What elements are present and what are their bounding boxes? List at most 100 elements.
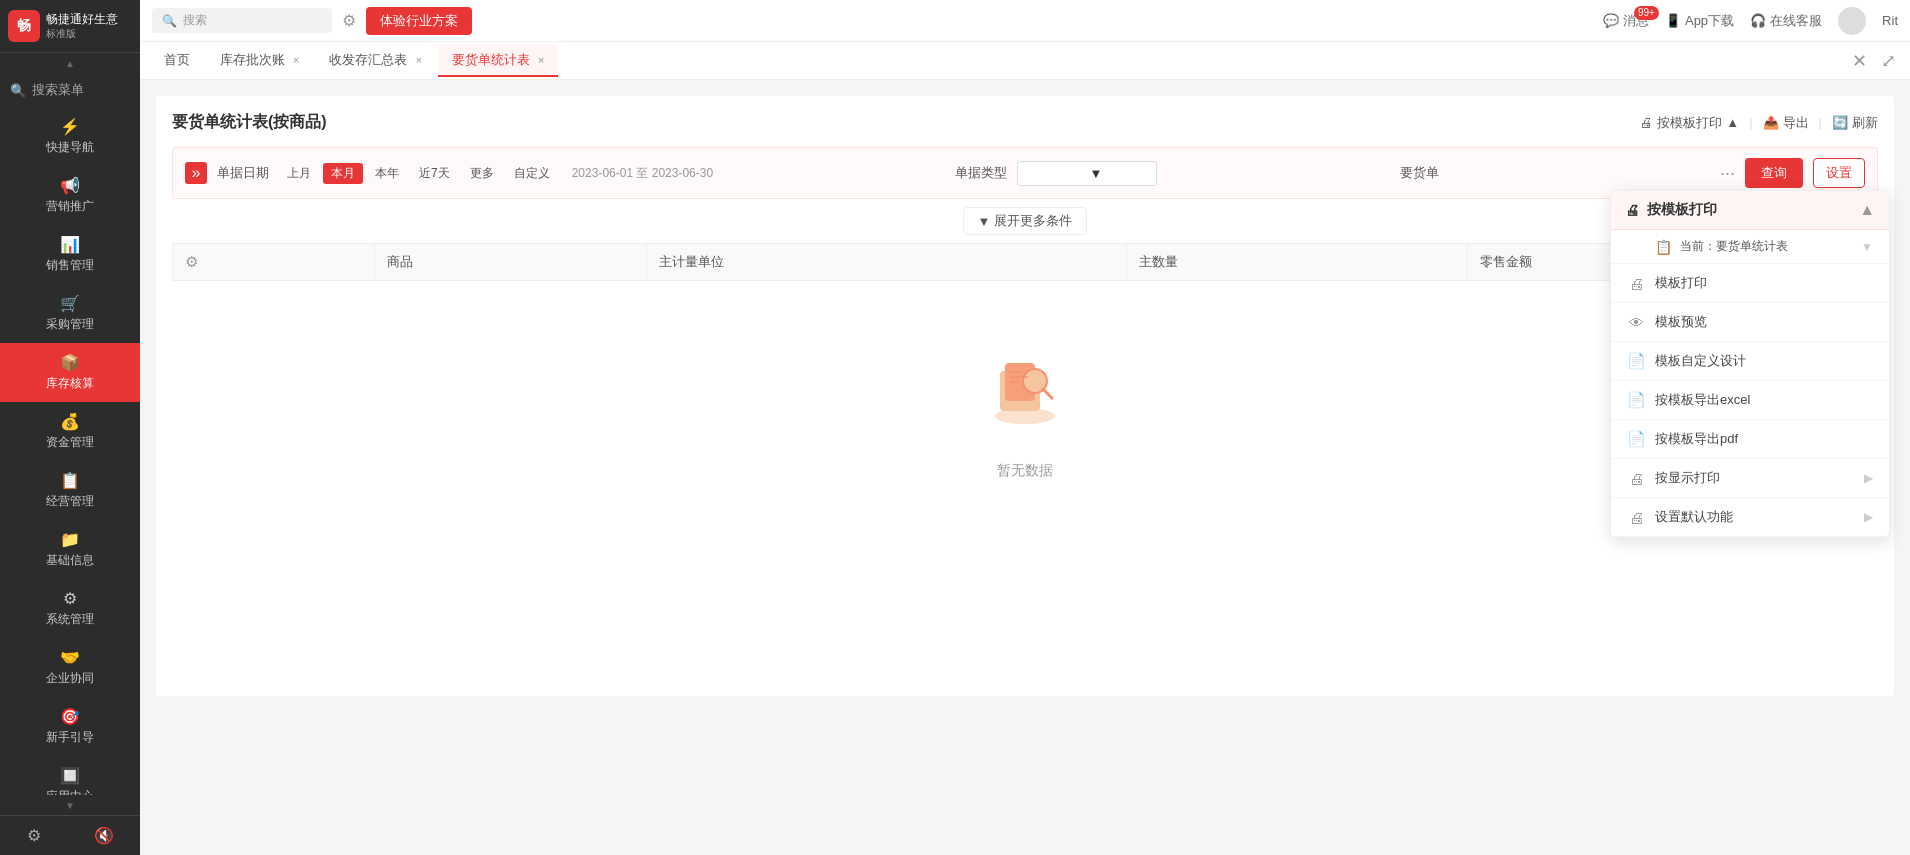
type-label: 单据类型 — [955, 164, 1007, 182]
download-icon: 📱 — [1665, 13, 1681, 28]
sidebar-search[interactable]: 🔍 搜索菜单 — [0, 73, 140, 107]
dropdown-item-template-print[interactable]: 🖨模板打印 — [1611, 264, 1889, 303]
page-title: 要货单统计表(按商品) — [172, 112, 327, 133]
export-label: 导出 — [1783, 114, 1809, 132]
app-download-btn[interactable]: 📱 App下载 — [1665, 12, 1734, 30]
sidebar-item-marketing[interactable]: 📢 营销推广 — [0, 166, 140, 225]
dropdown-item-display-print[interactable]: 🖨按显示打印▶ — [1611, 459, 1889, 498]
dropdown-item-template-export-excel[interactable]: 📄按模板导出excel — [1611, 381, 1889, 420]
tab-home[interactable]: 首页 — [150, 45, 204, 77]
tab-close-receipt-summary[interactable]: × — [415, 54, 421, 66]
settings-btn[interactable]: 设置 — [1813, 158, 1865, 188]
svg-rect-5 — [1010, 371, 1022, 373]
date-tab-近7天[interactable]: 近7天 — [411, 163, 458, 184]
sidebar-item-operation[interactable]: 📋 经营管理 — [0, 461, 140, 520]
type-select[interactable]: ▼ — [1017, 161, 1157, 186]
sidebar-scroll-up[interactable]: ▲ — [0, 53, 140, 73]
trial-button[interactable]: 体验行业方案 — [366, 7, 472, 35]
message-btn[interactable]: 💬 消息 99+ — [1603, 12, 1649, 30]
purchase-icon: 🛒 — [60, 294, 80, 313]
user-avatar[interactable] — [1838, 7, 1866, 35]
main-area: 🔍 搜索 ⚙ 体验行业方案 💬 消息 99+ 📱 App下载 🎧 在线客服 Ri… — [140, 0, 1910, 855]
template-design-label: 模板自定义设计 — [1655, 352, 1746, 370]
default-settings-label: 设置默认功能 — [1655, 508, 1733, 526]
sidebar-item-enterprise[interactable]: 🤝 企业协同 — [0, 638, 140, 697]
content-area: 要货单统计表(按商品) 🖨 按模板打印 ▲ | 📤 导出 | 🔄 — [140, 80, 1910, 855]
filter-expand-btn[interactable]: » — [185, 162, 207, 184]
col-header-settings: ⚙ — [173, 244, 375, 281]
sales-icon: 📊 — [60, 235, 80, 254]
operation-label: 经营管理 — [46, 493, 94, 510]
date-tab-自定义[interactable]: 自定义 — [506, 163, 558, 184]
sidebar-item-guide[interactable]: 🎯新手引导 — [0, 697, 140, 756]
date-tab-更多[interactable]: 更多 — [462, 163, 502, 184]
date-tab-本年[interactable]: 本年 — [367, 163, 407, 184]
tab-receipt-summary[interactable]: 收发存汇总表× — [315, 45, 435, 77]
marketing-label: 营销推广 — [46, 198, 94, 215]
tab-close-inventory-batch[interactable]: × — [293, 54, 299, 66]
dropdown-item-template-preview[interactable]: 👁 模板预览 — [1611, 303, 1889, 342]
col-header-product: 商品 — [375, 244, 647, 281]
username-label: Rit — [1882, 13, 1898, 28]
export-btn[interactable]: 📤 导出 — [1763, 114, 1809, 132]
refresh-btn[interactable]: 🔄 刷新 — [1832, 114, 1878, 132]
close-tab-icon[interactable]: ✕ — [1848, 50, 1871, 72]
dropdown-close-btn[interactable]: ▲ — [1859, 201, 1875, 219]
expand-tab-icon[interactable]: ⤢ — [1877, 50, 1900, 72]
expand-arrow: ▶ — [1864, 471, 1873, 485]
settings-icon[interactable]: ⚙ — [27, 826, 41, 845]
print-template-btn[interactable]: 🖨 按模板打印 ▲ — [1640, 114, 1739, 132]
table-settings-icon[interactable]: ⚙ — [185, 253, 198, 270]
order-type-label: 要货单 — [1400, 164, 1439, 182]
col-header-quantity: 主数量 — [1126, 244, 1467, 281]
sidebar-scroll-down[interactable]: ▼ — [0, 795, 140, 815]
enterprise-label: 企业协同 — [46, 670, 94, 687]
template-design-icon: 📄 — [1627, 352, 1645, 370]
operation-icon: 📋 — [60, 471, 80, 490]
dropdown-item-template-export-pdf[interactable]: 📄按模板导出pdf — [1611, 420, 1889, 459]
more-options-icon[interactable]: ··· — [1720, 163, 1735, 184]
sidebar-item-inventory[interactable]: 📦库存核算 — [0, 343, 140, 402]
chevron-down-icon: ▼ — [1089, 166, 1146, 181]
guide-label: 新手引导 — [46, 729, 94, 746]
app-download-label: App下载 — [1685, 12, 1734, 30]
sidebar-item-quick-nav[interactable]: ⚡快捷导航 — [0, 107, 140, 166]
sidebar-item-system[interactable]: ⚙系统管理 — [0, 579, 140, 638]
template-export-excel-icon: 📄 — [1627, 391, 1645, 409]
refresh-icon: 🔄 — [1832, 115, 1848, 130]
expand-more-btn[interactable]: ▼ 展开更多条件 — [963, 207, 1088, 235]
query-btn[interactable]: 查询 — [1745, 158, 1803, 188]
template-preview-label: 模板预览 — [1655, 313, 1707, 331]
default-settings-icon: 🖨 — [1627, 509, 1645, 526]
tab-order-stats[interactable]: 要货单统计表× — [438, 45, 558, 77]
tab-close-order-stats[interactable]: × — [538, 54, 544, 66]
dropdown-item-template-design[interactable]: 📄 模板自定义设计 — [1611, 342, 1889, 381]
dropdown-current-item[interactable]: 📋 当前：要货单统计表 ▼ — [1611, 230, 1889, 264]
app-logo-icon: 畅 — [8, 10, 40, 42]
search-icon: 🔍 — [10, 83, 26, 98]
marketing-icon: 📢 — [60, 176, 80, 195]
sidebar-item-basic[interactable]: 📁基础信息 — [0, 520, 140, 579]
sidebar: 畅 畅捷通好生意 标准版 ▲ 🔍 搜索菜单 ⚡快捷导航 📢 营销推广 📊销售管理🛒采购… — [0, 0, 140, 855]
dropdown-item-default-settings[interactable]: 🖨设置默认功能▶ — [1611, 498, 1889, 537]
display-print-icon: 🖨 — [1627, 470, 1645, 487]
app-name-block: 畅捷通好生意 标准版 — [46, 11, 118, 42]
tab-inventory-batch[interactable]: 库存批次账× — [206, 45, 313, 77]
refresh-label: 刷新 — [1852, 114, 1878, 132]
sidebar-item-appstore[interactable]: 🔲应用中心 — [0, 756, 140, 795]
topbar-search[interactable]: 🔍 搜索 — [152, 8, 332, 33]
sound-icon[interactable]: 🔇 — [94, 826, 114, 845]
empty-text: 暂无数据 — [997, 462, 1053, 480]
date-tab-本月[interactable]: 本月 — [323, 163, 363, 184]
print-icon: 🖨 — [1640, 115, 1653, 130]
template-preview-icon: 👁 — [1627, 314, 1645, 331]
sidebar-item-sales[interactable]: 📊销售管理 — [0, 225, 140, 284]
sidebar-item-finance[interactable]: 💰资金管理 — [0, 402, 140, 461]
date-tab-上月[interactable]: 上月 — [279, 163, 319, 184]
online-service-btn[interactable]: 🎧 在线客服 — [1750, 12, 1822, 30]
enterprise-icon: 🤝 — [60, 648, 80, 667]
topbar-gear-icon[interactable]: ⚙ — [342, 11, 356, 30]
chevron-up-icon: ▲ — [1726, 115, 1739, 130]
template-export-pdf-icon: 📄 — [1627, 430, 1645, 448]
sidebar-item-purchase[interactable]: 🛒采购管理 — [0, 284, 140, 343]
